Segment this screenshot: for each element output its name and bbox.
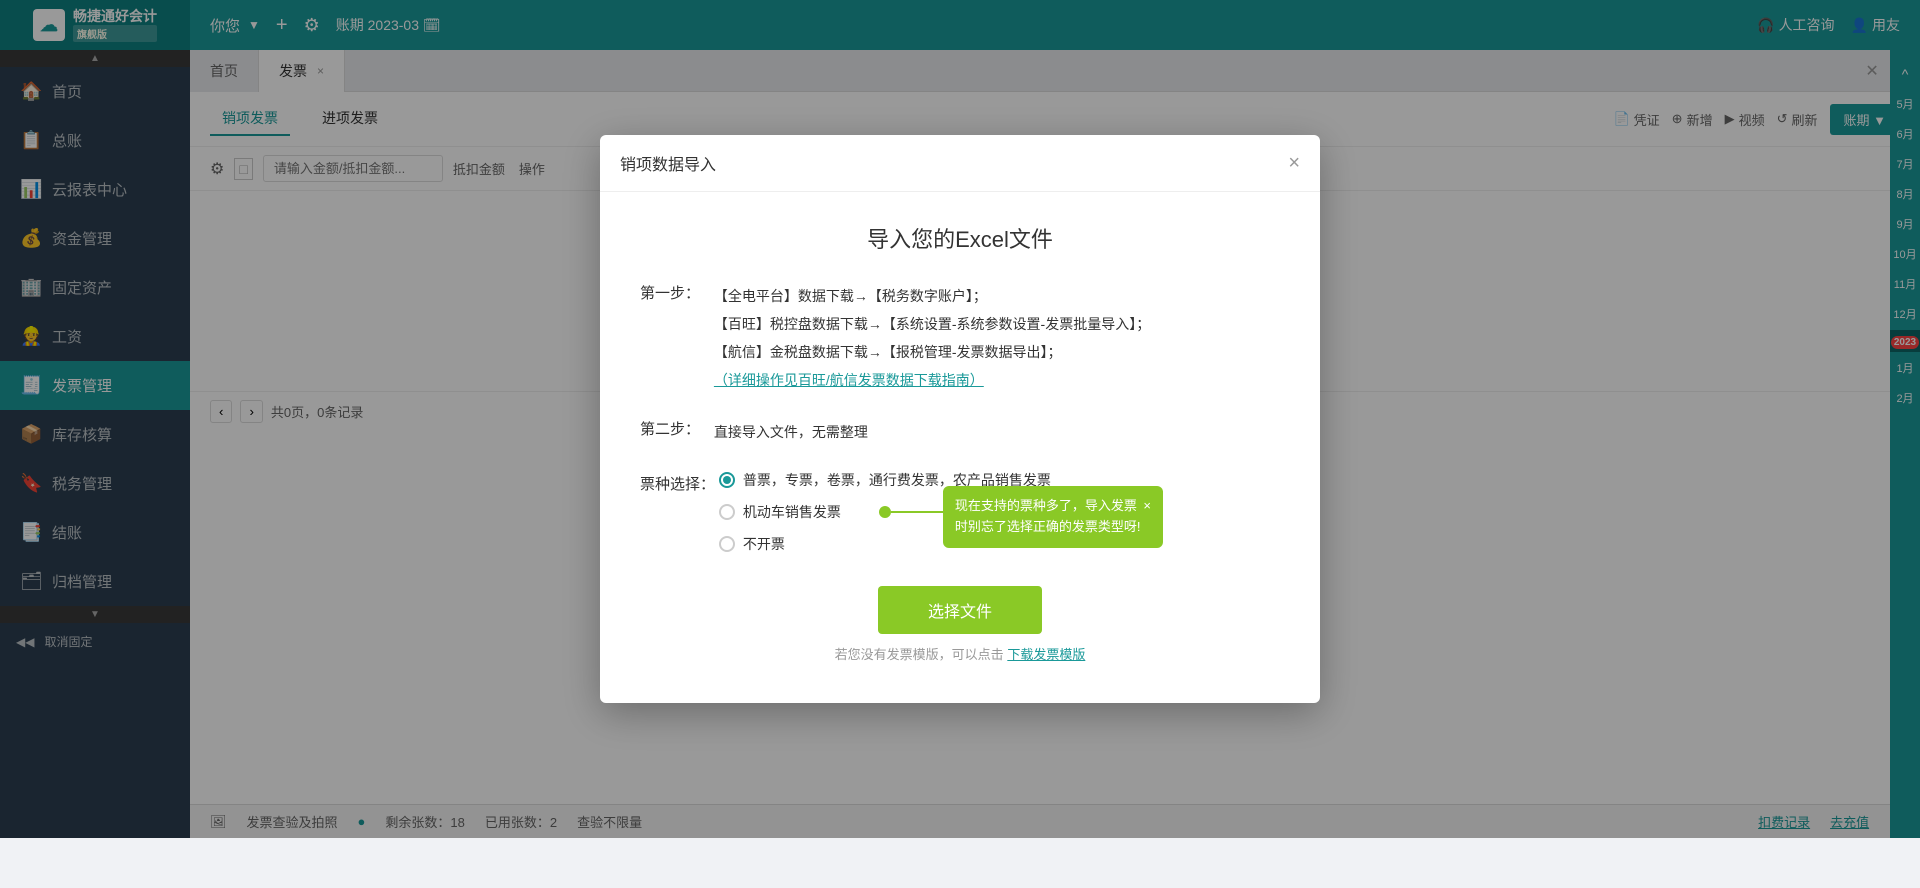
modal-footer: 若您没有发票模版，可以点击 下载发票模版 (640, 644, 1280, 683)
step1-guide-link[interactable]: （详细操作见百旺/航信发票数据下载指南） (714, 372, 984, 388)
step2-label: 第二步： (640, 418, 710, 439)
ticket-section: 票种选择： 普票，专票，卷票，通行费发票，农产品销售发票 机动车销售发票 (640, 470, 1280, 566)
radio-btn-opt1[interactable] (719, 472, 735, 488)
step1-content: 【全电平台】数据下载→【税务数字账户】； 【百旺】税控盘数据下载→【系统设置-系… (714, 282, 1150, 394)
radio-btn-opt2[interactable] (719, 504, 735, 520)
modal-import: 销项数据导入 × 导入您的Excel文件 第一步： 【全电平台】数据下载→【税务… (600, 135, 1320, 703)
tooltip-dot (879, 506, 891, 518)
select-file-button[interactable]: 选择文件 (878, 586, 1042, 634)
step1-section: 第一步： 【全电平台】数据下载→【税务数字账户】； 【百旺】税控盘数据下载→【系… (640, 282, 1280, 394)
radio-row-2: 机动车销售发票 × 现在支持的票种多了，导入发票时别忘了选择正确的发票类型呀! (719, 502, 1051, 522)
modal-body: 导入您的Excel文件 第一步： 【全电平台】数据下载→【税务数字账户】； 【百… (600, 192, 1320, 703)
step2-section: 第二步： 直接导入文件，无需整理 (640, 418, 1280, 446)
download-template-link[interactable]: 下载发票模版 (1007, 647, 1085, 662)
tooltip-bubble: × 现在支持的票种多了，导入发票时别忘了选择正确的发票类型呀! (943, 486, 1163, 548)
step2-content: 直接导入文件，无需整理 (714, 418, 868, 446)
tooltip-close-btn[interactable]: × (1143, 496, 1151, 517)
step1-label: 第一步： (640, 282, 710, 303)
modal-overlay: 销项数据导入 × 导入您的Excel文件 第一步： 【全电平台】数据下载→【税务… (0, 0, 1920, 838)
radio-label-opt2: 机动车销售发票 (743, 502, 841, 522)
ticket-select-label: 票种选择： (640, 473, 715, 494)
modal-close-button[interactable]: × (1288, 152, 1300, 175)
modal-header: 销项数据导入 × (600, 135, 1320, 192)
modal-import-title: 导入您的Excel文件 (640, 222, 1280, 254)
radio-btn-opt3[interactable] (719, 536, 735, 552)
modal-title: 销项数据导入 (620, 151, 716, 175)
tooltip-text: 现在支持的票种多了，导入发票时别忘了选择正确的发票类型呀! (955, 498, 1141, 534)
ticket-options: 普票，专票，卷票，通行费发票，农产品销售发票 机动车销售发票 × 现在 (719, 470, 1051, 566)
radio-label-opt3: 不开票 (743, 534, 785, 554)
